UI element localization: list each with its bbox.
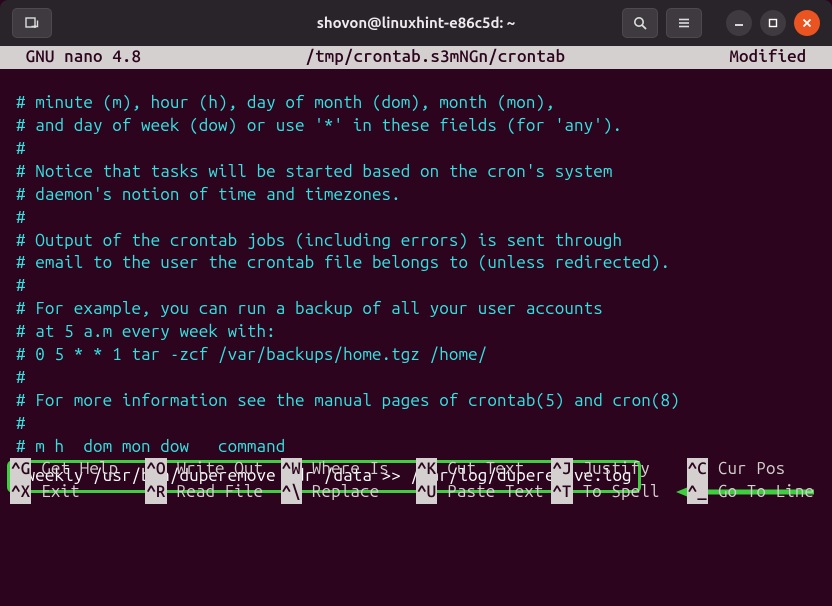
content-line: # [16, 139, 26, 158]
shortcut-to-spell[interactable]: ^TTo Spell [551, 481, 686, 504]
terminal-window: shovon@linuxhint-e86c5d: ~ [0, 0, 832, 606]
maximize-icon [768, 18, 778, 28]
titlebar: shovon@linuxhint-e86c5d: ~ [0, 0, 832, 46]
content-line: # For example, you can run a backup of a… [16, 299, 603, 318]
new-tab-icon [24, 15, 40, 31]
titlebar-right [622, 8, 820, 38]
content-line: # [16, 368, 26, 387]
content-line: # m h dom mon dow command [16, 437, 285, 456]
menu-button[interactable] [666, 8, 702, 38]
search-button[interactable] [622, 8, 658, 38]
close-button[interactable] [794, 10, 820, 36]
content-line: # email to the user the crontab file bel… [16, 253, 670, 272]
shortcut-replace[interactable]: ^\Replace [281, 481, 416, 504]
content-line: # 0 5 * * 1 tar -zcf /var/backups/home.t… [16, 345, 487, 364]
shortcut-where-is[interactable]: ^WWhere Is [281, 458, 416, 481]
footer-row-2: ^XExit ^RRead File ^\Replace ^UPaste Tex… [10, 481, 822, 504]
nano-footer: ^GGet Help ^OWrite Out ^WWhere Is ^KCut … [0, 458, 832, 504]
footer-row-1: ^GGet Help ^OWrite Out ^WWhere Is ^KCut … [10, 458, 822, 481]
hamburger-icon [676, 15, 692, 31]
content-line: # minute (m), hour (h), day of month (do… [16, 93, 555, 112]
shortcut-justify[interactable]: ^JJustify [551, 458, 686, 481]
search-icon [632, 15, 648, 31]
shortcut-cur-pos[interactable]: ^CCur Pos [687, 458, 822, 481]
content-line: # For more information see the manual pa… [16, 391, 680, 410]
titlebar-left [12, 8, 52, 38]
maximize-button[interactable] [760, 10, 786, 36]
shortcut-read-file[interactable]: ^RRead File [145, 481, 280, 504]
shortcut-cut-text[interactable]: ^KCut Text [416, 458, 551, 481]
content-line: # daemon's notion of time and timezones. [16, 185, 401, 204]
content-line: # Notice that tasks will be started base… [16, 162, 612, 181]
new-tab-button[interactable] [12, 8, 52, 38]
close-icon [802, 18, 812, 28]
nano-app-name: GNU nano 4.8 [16, 46, 141, 69]
minimize-button[interactable] [726, 10, 752, 36]
terminal-body[interactable]: GNU nano 4.8 /tmp/crontab.s3mNGn/crontab… [0, 46, 832, 516]
content-line: # Output of the crontab jobs (including … [16, 231, 622, 250]
editor-content[interactable]: # minute (m), hour (h), day of month (do… [0, 69, 832, 516]
nano-status: Modified [729, 46, 816, 69]
shortcut-get-help[interactable]: ^GGet Help [10, 458, 145, 481]
shortcut-exit[interactable]: ^XExit [10, 481, 145, 504]
shortcut-paste-text[interactable]: ^UPaste Text [416, 481, 551, 504]
shortcut-write-out[interactable]: ^OWrite Out [145, 458, 280, 481]
content-line: # [16, 276, 26, 295]
nano-header: GNU nano 4.8 /tmp/crontab.s3mNGn/crontab… [0, 46, 832, 69]
content-line: # [16, 414, 26, 433]
content-line: # at 5 a.m every week with: [16, 322, 276, 341]
content-line: # and day of week (dow) or use '*' in th… [16, 116, 622, 135]
shortcut-go-to-line[interactable]: ^_Go To Line [687, 481, 822, 504]
content-line: # [16, 208, 26, 227]
nano-file-path: /tmp/crontab.s3mNGn/crontab [141, 46, 729, 69]
minimize-icon [734, 18, 744, 28]
